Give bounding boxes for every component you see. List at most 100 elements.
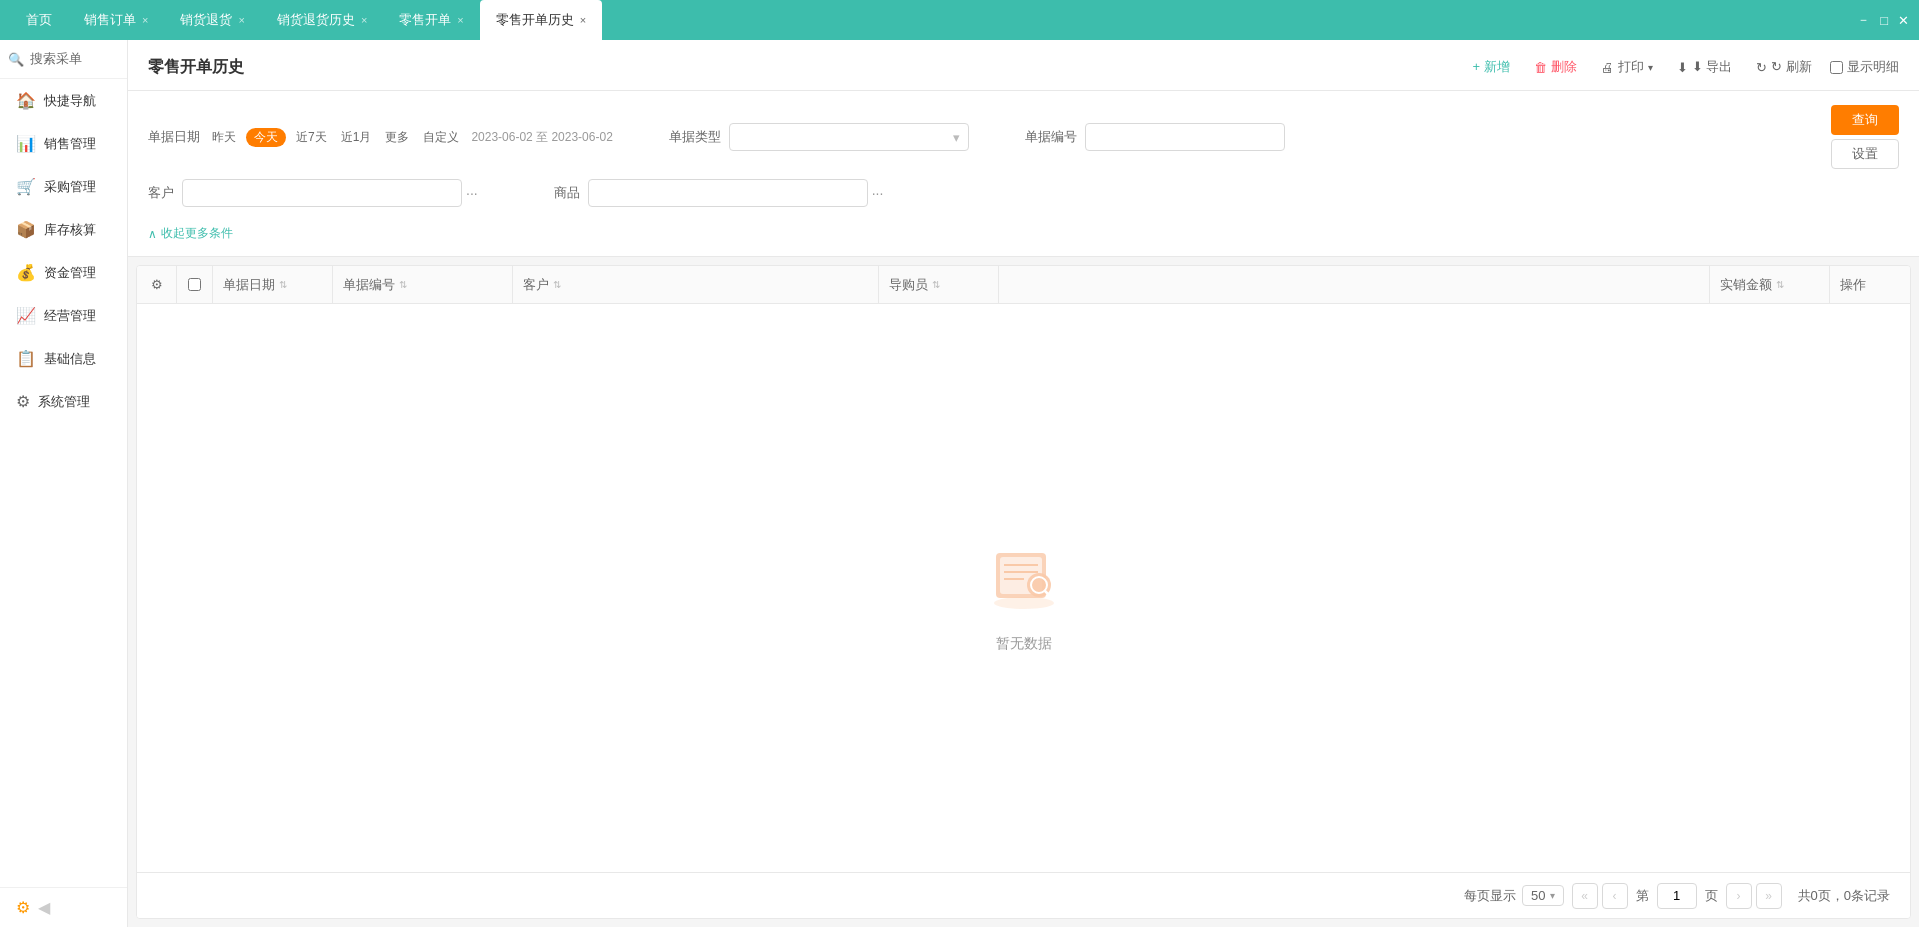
page-size-select[interactable]: 50 ▾	[1522, 885, 1563, 906]
th-docno[interactable]: 单据编号 ⇅	[333, 266, 513, 303]
inventory-icon: 📦	[16, 220, 36, 239]
th-date[interactable]: 单据日期 ⇅	[213, 266, 333, 303]
pagination: 每页显示 50 ▾ « ‹ 第 页 › » 共0页，0条记录	[137, 872, 1910, 918]
collapse-btn[interactable]: ∧ 收起更多条件	[148, 221, 1899, 242]
main-layout: 🔍 搜索采单 🏠 快捷导航 📊 销售管理 🛒 采购管理 📦 库存核算	[0, 40, 1919, 927]
tab-sales-return[interactable]: 销货退货 ×	[164, 0, 260, 40]
show-detail-label-text: 显示明细	[1847, 58, 1899, 76]
show-detail-checkbox-label[interactable]: 显示明细	[1830, 58, 1899, 76]
quick-nav-icon: 🏠	[16, 91, 36, 110]
customer-input-group: ···	[182, 179, 478, 207]
sidebar-item-label: 销售管理	[44, 135, 96, 153]
tab-close-sales-return-history[interactable]: ×	[361, 14, 367, 26]
delete-button[interactable]: 🗑 删除	[1528, 54, 1583, 80]
table-header: ⚙ 单据日期 ⇅ 单据编号 ⇅ 客户 ⇅ 导购员	[137, 266, 1910, 304]
customer-input[interactable]	[182, 179, 462, 207]
sidebar-search[interactable]: 🔍 搜索采单	[0, 40, 127, 79]
empty-text: 暂无数据	[996, 635, 1052, 653]
collapse-sidebar-icon[interactable]: ◀	[38, 898, 50, 917]
table-area: ⚙ 单据日期 ⇅ 单据编号 ⇅ 客户 ⇅ 导购员	[136, 265, 1911, 919]
th-salesperson[interactable]: 导购员 ⇅	[879, 266, 999, 303]
collapse-label: 收起更多条件	[161, 225, 233, 242]
date-btn-custom[interactable]: 自定义	[419, 128, 463, 147]
sidebar-item-system[interactable]: ⚙ 系统管理	[0, 380, 127, 423]
th-customer[interactable]: 客户 ⇅	[513, 266, 879, 303]
goods-ellipsis-btn[interactable]: ···	[872, 185, 884, 201]
customer-ellipsis-btn[interactable]: ···	[466, 185, 478, 201]
close-btn[interactable]: ✕	[1898, 13, 1909, 28]
page-size-dropdown-icon: ▾	[1550, 890, 1555, 901]
prev-page-btn[interactable]: ‹	[1602, 883, 1628, 909]
date-btn-yesterday[interactable]: 昨天	[208, 128, 240, 147]
sidebar-item-inventory[interactable]: 📦 库存核算	[0, 208, 127, 251]
page-input[interactable]	[1657, 883, 1697, 909]
filter-row-1: 单据日期 昨天 今天 近7天 近1月 更多 自定义 2023-06-02 至 2…	[148, 105, 1899, 169]
tab-sales-return-history[interactable]: 销货退货历史 ×	[261, 0, 383, 40]
doc-type-filter-group: 单据类型 ▾	[669, 123, 969, 151]
page-header: 零售开单历史 + 新增 🗑 删除 🖨 打印 ▾ ⬇ ⬇ 导出	[128, 40, 1919, 91]
collapse-up-icon: ∧	[148, 227, 157, 241]
delete-icon: 🗑	[1534, 60, 1547, 75]
filter-area: 单据日期 昨天 今天 近7天 近1月 更多 自定义 2023-06-02 至 2…	[128, 91, 1919, 257]
tab-retail-history[interactable]: 零售开单历史 ×	[480, 0, 602, 40]
content: 零售开单历史 + 新增 🗑 删除 🖨 打印 ▾ ⬇ ⬇ 导出	[128, 40, 1919, 927]
date-filter-label: 单据日期	[148, 128, 200, 146]
tab-close-sales-return[interactable]: ×	[238, 14, 244, 26]
sidebar-item-quick-nav[interactable]: 🏠 快捷导航	[0, 79, 127, 122]
print-button[interactable]: 🖨 打印 ▾	[1595, 54, 1659, 80]
date-btn-more[interactable]: 更多	[381, 128, 413, 147]
print-dropdown-icon: ▾	[1648, 62, 1653, 73]
doc-no-input[interactable]	[1085, 123, 1285, 151]
goods-input[interactable]	[588, 179, 868, 207]
print-icon: 🖨	[1601, 60, 1614, 75]
total-info: 共0页，0条记录	[1798, 887, 1890, 905]
doc-no-label: 单据编号	[1025, 128, 1077, 146]
sidebar-item-purchase-mgmt[interactable]: 🛒 采购管理	[0, 165, 127, 208]
next-page-btn[interactable]: ›	[1726, 883, 1752, 909]
show-detail-checkbox[interactable]	[1830, 61, 1843, 74]
svg-point-0	[994, 597, 1054, 609]
select-all-checkbox[interactable]	[188, 278, 201, 291]
tab-sales-order[interactable]: 销售订单 ×	[68, 0, 164, 40]
sidebar: 🔍 搜索采单 🏠 快捷导航 📊 销售管理 🛒 采购管理 📦 库存核算	[0, 40, 128, 927]
goods-input-group: ···	[588, 179, 884, 207]
date-sort-icon: ⇅	[279, 279, 287, 290]
system-icon: ⚙	[16, 392, 30, 411]
add-button[interactable]: + 新增	[1467, 54, 1516, 80]
setting-button[interactable]: 设置	[1831, 139, 1899, 169]
settings-bottom-icon[interactable]: ⚙	[16, 898, 30, 917]
sidebar-bottom: ⚙ ◀	[0, 887, 127, 927]
refresh-button[interactable]: ↻ ↻ 刷新	[1750, 54, 1818, 80]
th-amount[interactable]: 实销金额 ⇅	[1710, 266, 1830, 303]
tab-home[interactable]: 首页	[10, 0, 68, 40]
sidebar-item-basic-info[interactable]: 📋 基础信息	[0, 337, 127, 380]
customer-sort-icon: ⇅	[553, 279, 561, 290]
date-btn-1month[interactable]: 近1月	[337, 128, 376, 147]
sidebar-item-operations[interactable]: 📈 经营管理	[0, 294, 127, 337]
first-page-btn[interactable]: «	[1572, 883, 1598, 909]
maximize-btn[interactable]: □	[1880, 13, 1888, 28]
toolbar: + 新增 🗑 删除 🖨 打印 ▾ ⬇ ⬇ 导出 ↻ ↻ 刷新	[1467, 54, 1899, 80]
top-bar: 首页 销售订单 × 销货退货 × 销货退货历史 × 零售开单 × 零售开单历史 …	[0, 0, 1919, 40]
tab-close-sales-order[interactable]: ×	[142, 14, 148, 26]
minimize-btn[interactable]: －	[1857, 11, 1870, 29]
empty-state: 暂无数据	[974, 523, 1074, 653]
sidebar-item-sales-mgmt[interactable]: 📊 销售管理	[0, 122, 127, 165]
doc-type-select[interactable]: ▾	[729, 123, 969, 151]
sidebar-item-label: 基础信息	[44, 350, 96, 368]
query-button[interactable]: 查询	[1831, 105, 1899, 135]
amount-sort-icon: ⇅	[1776, 279, 1784, 290]
tab-close-retail-open[interactable]: ×	[457, 14, 463, 26]
th-checkbox[interactable]	[177, 266, 213, 303]
sidebar-item-label: 资金管理	[44, 264, 96, 282]
date-btn-today[interactable]: 今天	[246, 128, 286, 147]
window-controls: － □ ✕	[1857, 11, 1909, 29]
export-button[interactable]: ⬇ ⬇ 导出	[1671, 54, 1739, 80]
filter-row-2: 客户 ··· 商品 ···	[148, 179, 1899, 207]
date-btn-7days[interactable]: 近7天	[292, 128, 331, 147]
tab-retail-open[interactable]: 零售开单 ×	[383, 0, 479, 40]
th-settings[interactable]: ⚙	[137, 266, 177, 303]
tab-close-retail-history[interactable]: ×	[580, 14, 586, 26]
last-page-btn[interactable]: »	[1756, 883, 1782, 909]
sidebar-item-finance[interactable]: 💰 资金管理	[0, 251, 127, 294]
